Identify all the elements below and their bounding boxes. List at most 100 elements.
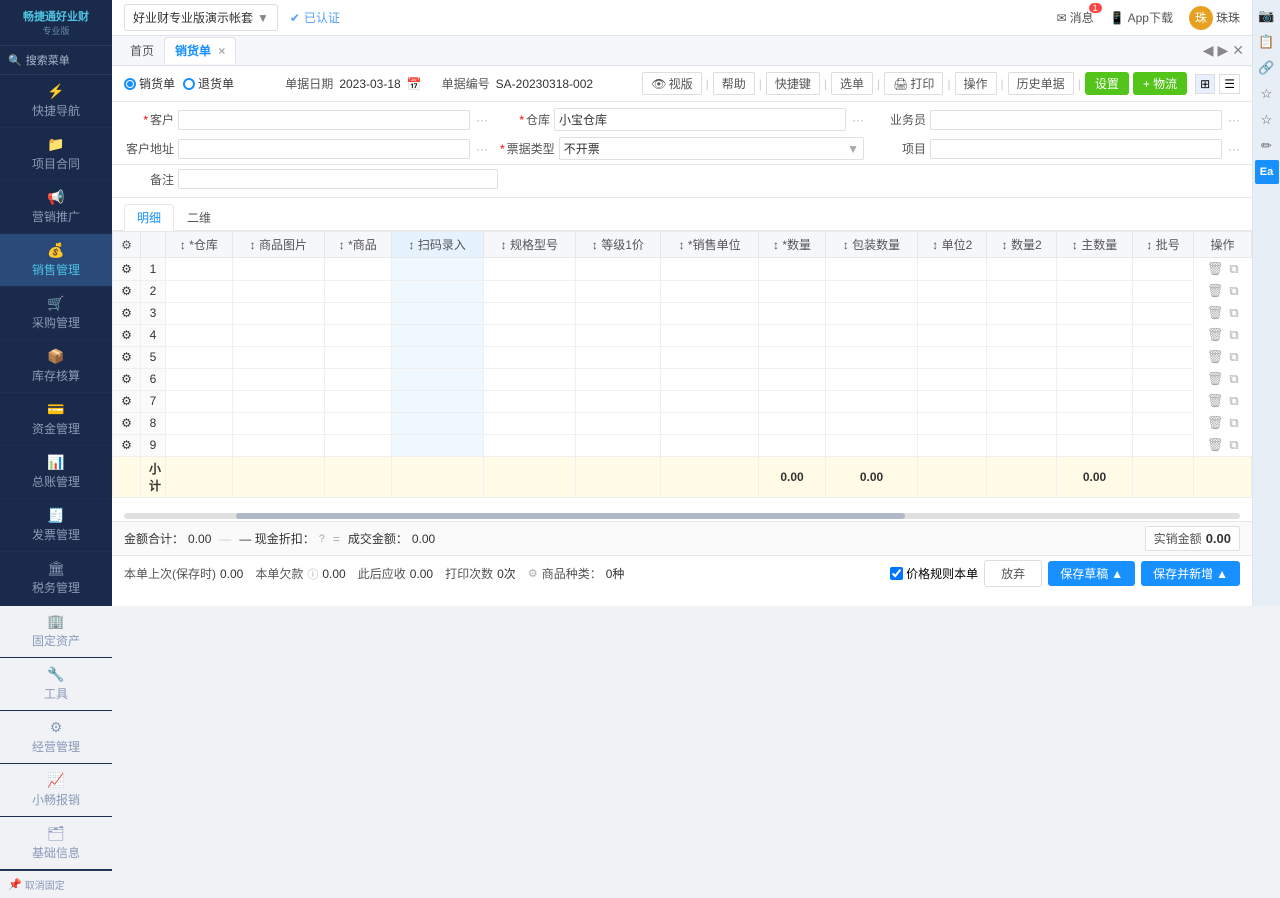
col-barcode[interactable]: ↕ 扫码录入 — [391, 232, 483, 258]
row-main-qty[interactable] — [1056, 346, 1132, 368]
row-barcode[interactable] — [391, 368, 483, 390]
row-copy-btn[interactable]: ⧉ — [1227, 393, 1240, 409]
sidebar-item-operations[interactable]: ⚙ 经营管理 — [0, 711, 112, 764]
row-warehouse[interactable] — [166, 302, 233, 324]
row-spec[interactable] — [483, 368, 575, 390]
scroll-bar[interactable] — [124, 513, 1240, 519]
user-info[interactable]: 珠 珠珠 — [1189, 6, 1240, 30]
row-product[interactable] — [324, 390, 391, 412]
tab-home[interactable]: 首页 — [120, 38, 164, 63]
row-main-qty[interactable] — [1056, 434, 1132, 457]
row-price1[interactable] — [575, 324, 660, 346]
row-main-qty[interactable] — [1056, 258, 1132, 281]
col-main-qty[interactable]: ↕ 主数量 — [1056, 232, 1132, 258]
row-qty2[interactable] — [987, 280, 1056, 302]
row-barcode[interactable] — [391, 302, 483, 324]
col-batch[interactable]: ↕ 批号 — [1133, 232, 1194, 258]
row-main-qty[interactable] — [1056, 390, 1132, 412]
project-ellipsis[interactable]: ··· — [1228, 142, 1240, 156]
row-unit2[interactable] — [918, 258, 987, 281]
col-price1[interactable]: ↕ 等级1价 — [575, 232, 660, 258]
col-quantity[interactable]: ↕ *数量 — [759, 232, 826, 258]
debt-info-icon[interactable]: ⓘ — [307, 566, 318, 582]
row-copy-btn[interactable]: ⧉ — [1227, 371, 1240, 387]
row-qty2[interactable] — [987, 390, 1056, 412]
row-batch[interactable] — [1133, 346, 1194, 368]
app-download-button[interactable]: 📱 App下载 — [1110, 9, 1173, 26]
row-quantity[interactable] — [759, 368, 826, 390]
row-quantity[interactable] — [759, 280, 826, 302]
rs-star1-icon[interactable]: ☆ — [1255, 82, 1279, 106]
row-delete-btn[interactable]: 🗑 — [1205, 349, 1226, 365]
warehouse-input[interactable]: 小宝仓库 — [554, 108, 846, 131]
sidebar-item-marketing[interactable]: 📢 营销推广 — [0, 181, 112, 234]
sidebar-item-tax[interactable]: 🏛 税务管理 — [0, 552, 112, 605]
price-rule-check-input[interactable] — [890, 567, 903, 580]
row-copy-btn[interactable]: ⧉ — [1227, 327, 1240, 343]
print-btn[interactable]: 🖨 打印 — [884, 72, 943, 95]
row-product-img[interactable] — [232, 368, 324, 390]
row-spec[interactable] — [483, 302, 575, 324]
row-product-img[interactable] — [232, 258, 324, 281]
row-sale-unit[interactable] — [660, 368, 758, 390]
row-batch[interactable] — [1133, 324, 1194, 346]
row-unit2[interactable] — [918, 302, 987, 324]
row-pkg-qty[interactable] — [825, 346, 917, 368]
row-product-img[interactable] — [232, 280, 324, 302]
row-batch[interactable] — [1133, 368, 1194, 390]
row-spec[interactable] — [483, 412, 575, 434]
sidebar-item-accounts[interactable]: 📊 总账管理 — [0, 446, 112, 499]
save-draft-button[interactable]: 保存草稿 ▲ — [1048, 561, 1135, 586]
row-product[interactable] — [324, 368, 391, 390]
row-price1[interactable] — [575, 368, 660, 390]
abandon-button[interactable]: 放弃 — [984, 560, 1042, 587]
row-product[interactable] — [324, 280, 391, 302]
price-rule-checkbox[interactable]: 价格规则本单 — [890, 565, 978, 582]
radio-sale[interactable]: 销货单 — [124, 75, 175, 92]
company-selector[interactable]: 好业财专业版演示帐套 ▼ — [124, 4, 278, 31]
rs-active-icon[interactable]: Ea — [1255, 160, 1279, 184]
setup-btn[interactable]: 设置 — [1085, 72, 1129, 95]
tab-close-icon[interactable]: × — [218, 44, 225, 58]
row-barcode[interactable] — [391, 412, 483, 434]
row-product-img[interactable] — [232, 346, 324, 368]
row-warehouse[interactable] — [166, 412, 233, 434]
row-delete-btn[interactable]: 🗑 — [1205, 283, 1226, 299]
shortcut-btn[interactable]: 快捷键 — [766, 72, 820, 95]
sidebar-item-assets[interactable]: 🏢 固定资产 — [0, 605, 112, 658]
row-product[interactable] — [324, 324, 391, 346]
row-copy-btn[interactable]: ⧉ — [1227, 305, 1240, 321]
row-quantity[interactable] — [759, 434, 826, 457]
row-qty2[interactable] — [987, 434, 1056, 457]
row-spec[interactable] — [483, 346, 575, 368]
row-main-qty[interactable] — [1056, 412, 1132, 434]
row-spec[interactable] — [483, 258, 575, 281]
history-btn[interactable]: 历史单据 — [1008, 72, 1074, 95]
row-price1[interactable] — [575, 280, 660, 302]
save-new-button[interactable]: 保存并新增 ▲ — [1141, 561, 1240, 586]
row-product-img[interactable] — [232, 412, 324, 434]
row-product[interactable] — [324, 302, 391, 324]
row-main-qty[interactable] — [1056, 324, 1132, 346]
row-quantity[interactable] — [759, 324, 826, 346]
row-sale-unit[interactable] — [660, 390, 758, 412]
project-input[interactable] — [930, 139, 1222, 159]
row-sale-unit[interactable] — [660, 434, 758, 457]
row-pkg-qty[interactable] — [825, 434, 917, 457]
col-sale-unit[interactable]: ↕ *销售单位 — [660, 232, 758, 258]
tab-sales-order[interactable]: 销货单 × — [164, 37, 236, 64]
row-delete-btn[interactable]: 🗑 — [1205, 437, 1226, 453]
row-price1[interactable] — [575, 258, 660, 281]
sidebar-item-reports[interactable]: 📈 小畅报销 — [0, 764, 112, 817]
row-price1[interactable] — [575, 302, 660, 324]
row-qty2[interactable] — [987, 302, 1056, 324]
row-sale-unit[interactable] — [660, 280, 758, 302]
row-barcode[interactable] — [391, 258, 483, 281]
messages-button[interactable]: ✉ 1 消息 — [1057, 9, 1094, 26]
row-product[interactable] — [324, 412, 391, 434]
sidebar-search[interactable]: 🔍 搜索菜单 — [0, 46, 112, 75]
row-delete-btn[interactable]: 🗑 — [1205, 327, 1226, 343]
tab-2d[interactable]: 二维 — [174, 204, 224, 230]
row-barcode[interactable] — [391, 346, 483, 368]
radio-return[interactable]: 退货单 — [183, 75, 234, 92]
